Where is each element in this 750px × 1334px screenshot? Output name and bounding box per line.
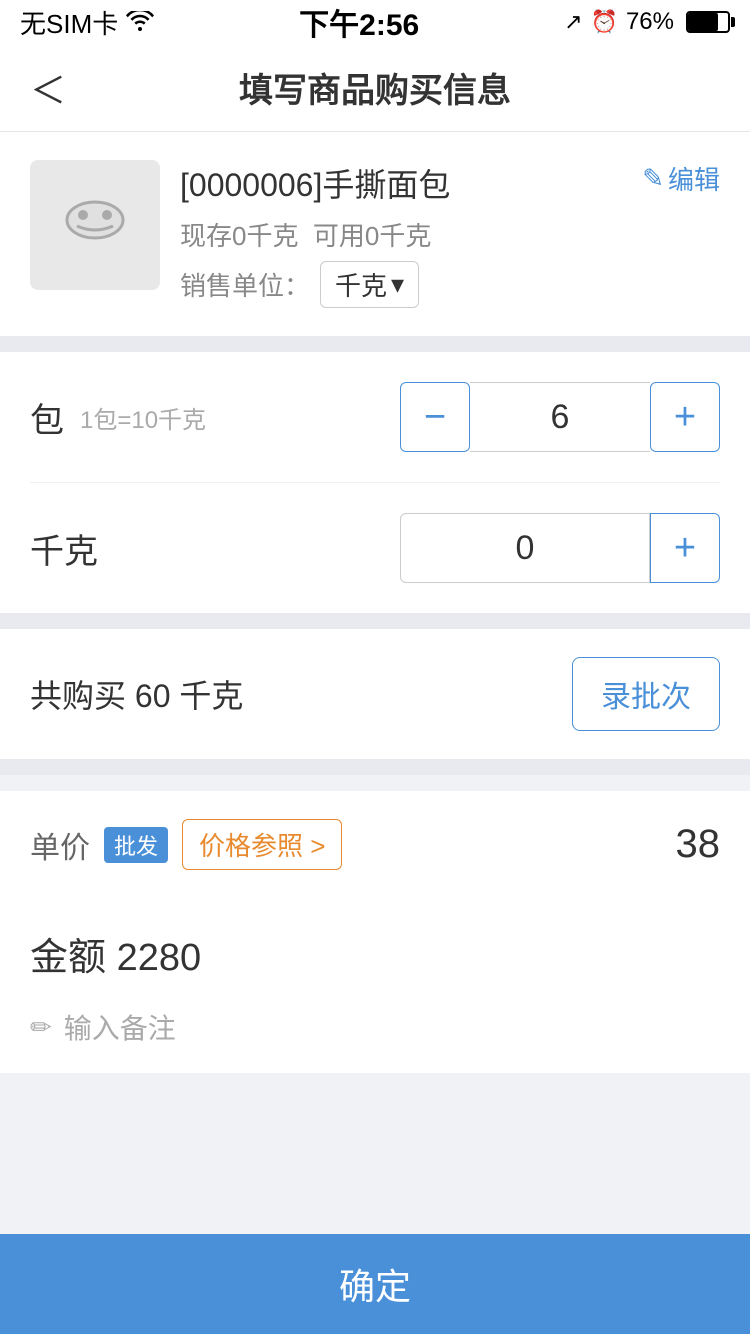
price-value: 38 (676, 822, 721, 867)
product-name: [0000006]手撕面包 (180, 160, 720, 206)
amount-row: 金额 2280 (30, 926, 720, 981)
edit-button[interactable]: ✎ 编辑 (642, 160, 720, 197)
battery-icon (686, 11, 730, 33)
status-bar: 无SIM卡 下午2:56 ↗ ⏰ 76% (0, 0, 750, 44)
kg-label: 千克 (30, 524, 98, 573)
status-right: ↗ ⏰ 76% (564, 8, 730, 36)
kg-input-row: 千克 + (30, 483, 720, 613)
price-ref-button[interactable]: 价格参照 > (182, 819, 342, 870)
bao-increment-button[interactable]: + (650, 382, 720, 452)
price-section: 单价 批发 价格参照 > 38 (0, 791, 750, 898)
batch-button[interactable]: 录批次 (572, 657, 720, 731)
status-left: 无SIM卡 (20, 4, 154, 41)
remark-placeholder: 输入备注 (64, 1007, 176, 1047)
input-section: 包 1包=10千克 − + 千克 + (0, 352, 750, 613)
divider-1 (0, 336, 750, 352)
product-card: [0000006]手撕面包 现存0千克 可用0千克 销售单位： 千克 ▾ ✎ 编… (0, 132, 750, 336)
dropdown-icon: ▾ (391, 269, 404, 300)
summary-text: 共购买 60 千克 (30, 671, 243, 717)
product-info: [0000006]手撕面包 现存0千克 可用0千克 销售单位： 千克 ▾ (180, 160, 720, 308)
status-time: 下午2:56 (299, 0, 419, 44)
amount-section: 金额 2280 ✏ 输入备注 (0, 898, 750, 1073)
remark-row[interactable]: ✏ 输入备注 (30, 997, 720, 1057)
divider-3 (0, 759, 750, 775)
summary-section: 共购买 60 千克 录批次 (0, 629, 750, 759)
kg-increment-button[interactable]: + (650, 513, 720, 583)
location-icon: ↗ (564, 9, 582, 35)
carrier-label: 无SIM卡 (20, 4, 118, 41)
nav-bar: ＜ 填写商品购买信息 (0, 44, 750, 132)
alarm-icon: ⏰ (591, 9, 618, 35)
price-badge: 批发 (104, 827, 168, 863)
product-logo (65, 198, 125, 252)
bao-input-row: 包 1包=10千克 − + (30, 352, 720, 483)
bao-label: 包 1包=10千克 (30, 393, 206, 442)
price-label: 单价 (30, 823, 90, 867)
divider-2 (0, 613, 750, 629)
bao-decrement-button[interactable]: − (400, 382, 470, 452)
battery-percent: 76% (626, 8, 674, 36)
page-title: 填写商品购买信息 (239, 63, 511, 112)
unit-select[interactable]: 千克 ▾ (320, 261, 419, 308)
edit-icon: ✎ (642, 163, 664, 194)
product-stock: 现存0千克 可用0千克 (180, 216, 720, 253)
confirm-button[interactable]: 确定 (0, 1234, 750, 1334)
price-left: 单价 批发 价格参照 > (30, 819, 342, 870)
product-unit-row: 销售单位： 千克 ▾ (180, 261, 720, 308)
wifi-icon (126, 7, 154, 38)
back-button[interactable]: ＜ (20, 52, 76, 124)
pencil-icon: ✏ (30, 1012, 52, 1043)
kg-input[interactable] (400, 513, 650, 583)
main-content (0, 1073, 750, 1234)
bao-input[interactable] (470, 382, 650, 452)
bao-stepper: − + (400, 382, 720, 452)
kg-stepper: + (400, 513, 720, 583)
bao-hint: 1包=10千克 (80, 400, 206, 435)
product-image (30, 160, 160, 290)
